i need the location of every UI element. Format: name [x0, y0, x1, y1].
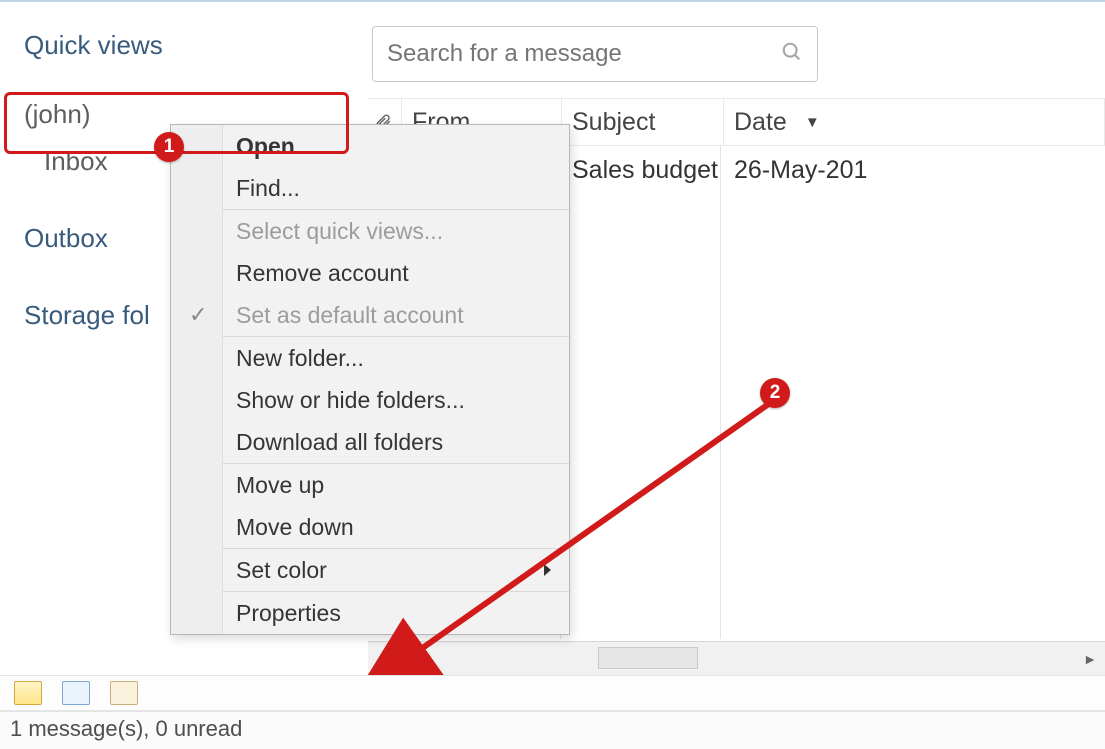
- menu-open[interactable]: Open: [171, 125, 569, 167]
- message-subject: Sales budget: [562, 156, 724, 185]
- horizontal-scrollbar[interactable]: ◄ ►: [368, 641, 1105, 675]
- account-context-menu: Open Find... Select quick views... Remov…: [170, 124, 570, 635]
- menu-properties[interactable]: Properties: [171, 592, 569, 634]
- scroll-right-button[interactable]: ►: [1075, 642, 1105, 675]
- column-date[interactable]: Date ▼: [724, 99, 1105, 145]
- scroll-left-button[interactable]: ◄: [368, 642, 398, 675]
- menu-move-up[interactable]: Move up: [171, 464, 569, 506]
- account-label: (john): [24, 99, 90, 129]
- menu-set-default-label: Set as default account: [236, 302, 464, 329]
- message-date: 26-May-201: [724, 156, 1105, 185]
- scroll-thumb[interactable]: [598, 647, 698, 669]
- calendar-view-icon[interactable]: [62, 681, 90, 705]
- contacts-view-icon[interactable]: [110, 681, 138, 705]
- menu-set-default-account: ✓ Set as default account: [171, 294, 569, 336]
- menu-remove-account[interactable]: Remove account: [171, 252, 569, 294]
- quick-views-header[interactable]: Quick views: [0, 4, 368, 61]
- view-switch-bar: [0, 675, 1105, 711]
- menu-move-down[interactable]: Move down: [171, 506, 569, 548]
- menu-find[interactable]: Find...: [171, 167, 569, 209]
- menu-set-color[interactable]: Set color: [171, 549, 569, 591]
- column-separator: [720, 146, 721, 639]
- column-date-label: Date: [734, 108, 787, 137]
- search-icon[interactable]: [781, 41, 803, 68]
- annotation-badge-2: 2: [760, 378, 790, 408]
- menu-show-hide-folders[interactable]: Show or hide folders...: [171, 379, 569, 421]
- submenu-arrow-icon: [544, 564, 551, 576]
- menu-set-color-label: Set color: [236, 557, 327, 584]
- menu-new-folder[interactable]: New folder...: [171, 337, 569, 379]
- mail-view-icon[interactable]: [14, 681, 42, 705]
- menu-download-all-folders[interactable]: Download all folders: [171, 421, 569, 463]
- check-icon: ✓: [189, 302, 207, 328]
- status-bar: 1 message(s), 0 unread: [0, 711, 1105, 749]
- search-input[interactable]: [387, 40, 781, 68]
- menu-select-quick-views: Select quick views...: [171, 210, 569, 252]
- annotation-badge-1: 1: [154, 132, 184, 162]
- search-box[interactable]: [372, 26, 818, 82]
- column-subject[interactable]: Subject: [562, 99, 724, 145]
- status-text: 1 message(s), 0 unread: [10, 716, 242, 741]
- sort-descending-icon: ▼: [805, 114, 820, 131]
- scroll-track[interactable]: [398, 642, 1075, 675]
